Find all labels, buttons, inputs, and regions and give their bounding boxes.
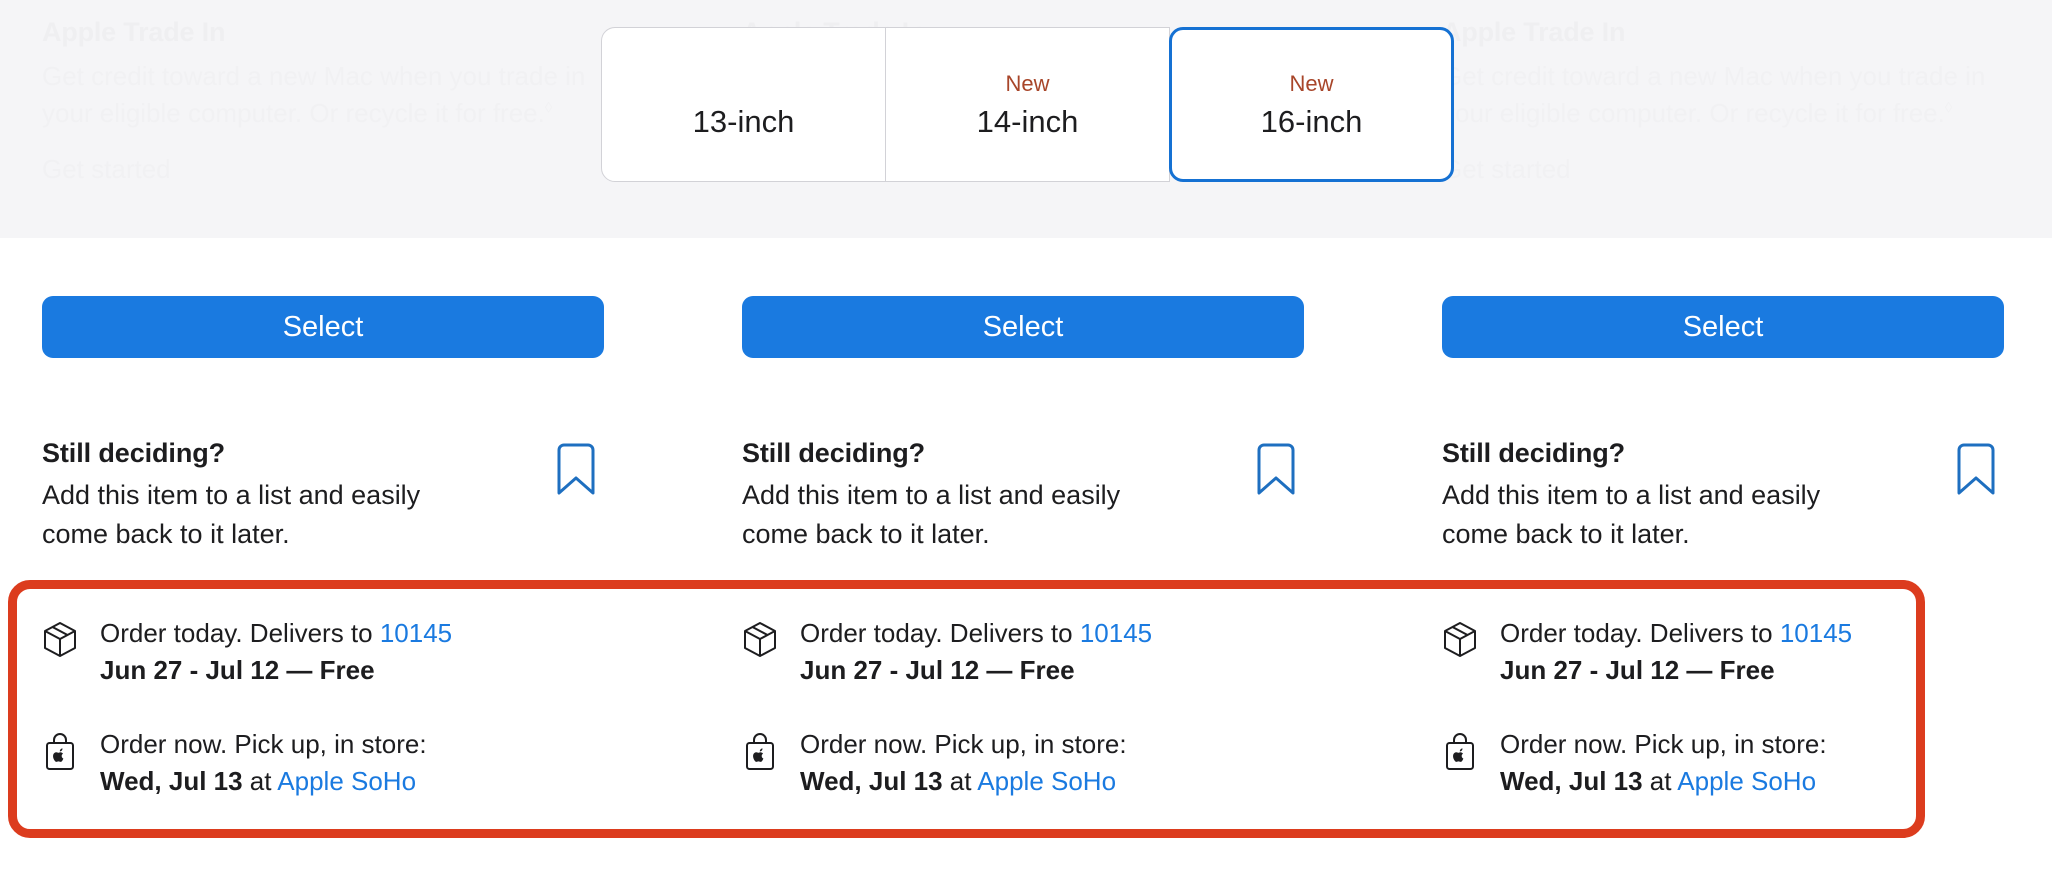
pickup-at-word: at [942, 765, 978, 796]
shipping-info-row: Order today. Delivers to 10145 Jun 27 - … [1442, 618, 2052, 686]
size-option-label: 13-inch [692, 103, 795, 139]
trade-in-footnote-marker: ◊ [1944, 99, 1953, 117]
pickup-info-row: Order now. Pick up, in store: Wed, Jul 1… [1442, 729, 2052, 797]
still-deciding-block: Still deciding? Add this item to a list … [42, 435, 604, 553]
size-option-new-badge: New [1005, 70, 1050, 96]
size-option-13-inch[interactable]: 13-inch [601, 27, 886, 182]
shipping-info-row: Order today. Delivers to 10145 Jun 27 - … [742, 618, 1362, 686]
still-deciding-title: Still deciding? [42, 438, 226, 468]
trade-in-promo-column: Apple Trade In Get credit toward a new M… [1442, 14, 2042, 185]
package-box-icon [42, 621, 78, 661]
trade-in-promo-body-text: Get credit toward a new Mac when you tra… [42, 61, 586, 129]
bookmark-icon[interactable] [1254, 443, 1298, 499]
pickup-at-word: at [1642, 765, 1678, 796]
pickup-store-link[interactable]: Apple SoHo [1677, 766, 1816, 796]
bookmark-icon[interactable] [554, 443, 598, 499]
pickup-info-row: Order now. Pick up, in store: Wed, Jul 1… [42, 729, 662, 797]
package-box-icon [1442, 621, 1478, 661]
apple-shopping-bag-icon [742, 732, 778, 772]
pickup-line-1: Order now. Pick up, in store: [100, 729, 427, 759]
shipping-line-1: Order today. Delivers to 10145 [800, 618, 1152, 650]
still-deciding-body: Add this item to a list and easily come … [742, 480, 1121, 549]
trade-in-get-started-link[interactable]: Get started [42, 154, 642, 185]
product-column: Select Still deciding? Add this item to … [742, 238, 1362, 553]
still-deciding-block: Still deciding? Add this item to a list … [1442, 435, 2004, 553]
still-deciding-block: Still deciding? Add this item to a list … [742, 435, 1304, 553]
size-option-label: 14-inch [976, 103, 1079, 139]
bookmark-icon-glyph [1257, 443, 1295, 495]
shipping-info-row: Order today. Delivers to 10145 Jun 27 - … [42, 618, 662, 686]
bookmark-icon-glyph [1957, 443, 1995, 495]
shipping-line-1-text: Order today. Delivers to [100, 618, 380, 648]
pickup-date: Wed, Jul 13 [800, 765, 943, 796]
trade-in-promo-body-text: Get credit toward a new Mac when you tra… [1442, 61, 1986, 129]
pickup-line-1: Order now. Pick up, in store: [800, 729, 1127, 759]
delivery-zip-link[interactable]: 10145 [1780, 618, 1852, 648]
still-deciding-body: Add this item to a list and easily come … [42, 480, 421, 549]
shipping-line-2: Jun 27 - Jul 12 — Free [100, 654, 375, 685]
pickup-store-link[interactable]: Apple SoHo [277, 766, 416, 796]
product-column: Select Still deciding? Add this item to … [1442, 238, 2052, 553]
delivery-zip-link[interactable]: 10145 [380, 618, 452, 648]
size-option-label: 16-inch [1260, 103, 1363, 139]
shipping-line-1-text: Order today. Delivers to [800, 618, 1080, 648]
screen-size-picker[interactable]: 13-inch New 14-inch New 16-inch [601, 27, 1454, 182]
trade-in-promo-body: Get credit toward a new Mac when you tra… [42, 58, 602, 132]
trade-in-promo-title: Apple Trade In [1442, 17, 1626, 47]
still-deciding-title: Still deciding? [1442, 438, 1626, 468]
pickup-date: Wed, Jul 13 [1500, 765, 1643, 796]
select-button[interactable]: Select [1442, 296, 2004, 358]
select-button[interactable]: Select [42, 296, 604, 358]
size-option-new-badge: New [1289, 70, 1334, 96]
trade-in-promo-title: Apple Trade In [42, 17, 226, 47]
shipping-line-1: Order today. Delivers to 10145 [100, 618, 452, 650]
pickup-line-2: Wed, Jul 13 at Apple SoHo [100, 766, 427, 798]
apple-shopping-bag-icon [1442, 732, 1478, 772]
still-deciding-body: Add this item to a list and easily come … [1442, 480, 1821, 549]
shipping-line-2: Jun 27 - Jul 12 — Free [800, 654, 1075, 685]
apple-shopping-bag-icon [42, 732, 78, 772]
product-column: Select Still deciding? Add this item to … [42, 238, 662, 553]
package-box-icon [742, 621, 778, 661]
pickup-line-1: Order now. Pick up, in store: [1500, 729, 1827, 759]
bookmark-icon-glyph [557, 443, 595, 495]
pickup-info-row: Order now. Pick up, in store: Wed, Jul 1… [742, 729, 1362, 797]
pickup-date: Wed, Jul 13 [100, 765, 243, 796]
pickup-line-2: Wed, Jul 13 at Apple SoHo [800, 766, 1127, 798]
delivery-zip-link[interactable]: 10145 [1080, 618, 1152, 648]
pickup-store-link[interactable]: Apple SoHo [977, 766, 1116, 796]
still-deciding-title: Still deciding? [742, 438, 926, 468]
shipping-line-2: Jun 27 - Jul 12 — Free [1500, 654, 1775, 685]
size-option-16-inch[interactable]: New 16-inch [1169, 27, 1454, 182]
size-option-14-inch[interactable]: New 14-inch [885, 27, 1170, 182]
trade-in-promo-body: Get credit toward a new Mac when you tra… [1442, 58, 2002, 132]
select-button[interactable]: Select [742, 296, 1304, 358]
trade-in-promo-column: Apple Trade In Get credit toward a new M… [42, 14, 642, 185]
pickup-line-2: Wed, Jul 13 at Apple SoHo [1500, 766, 1827, 798]
trade-in-footnote-marker: ◊ [544, 99, 553, 117]
shipping-line-1: Order today. Delivers to 10145 [1500, 618, 1852, 650]
bookmark-icon[interactable] [1954, 443, 1998, 499]
shipping-line-1-text: Order today. Delivers to [1500, 618, 1780, 648]
trade-in-get-started-link[interactable]: Get started [1442, 154, 2042, 185]
pickup-at-word: at [242, 765, 278, 796]
